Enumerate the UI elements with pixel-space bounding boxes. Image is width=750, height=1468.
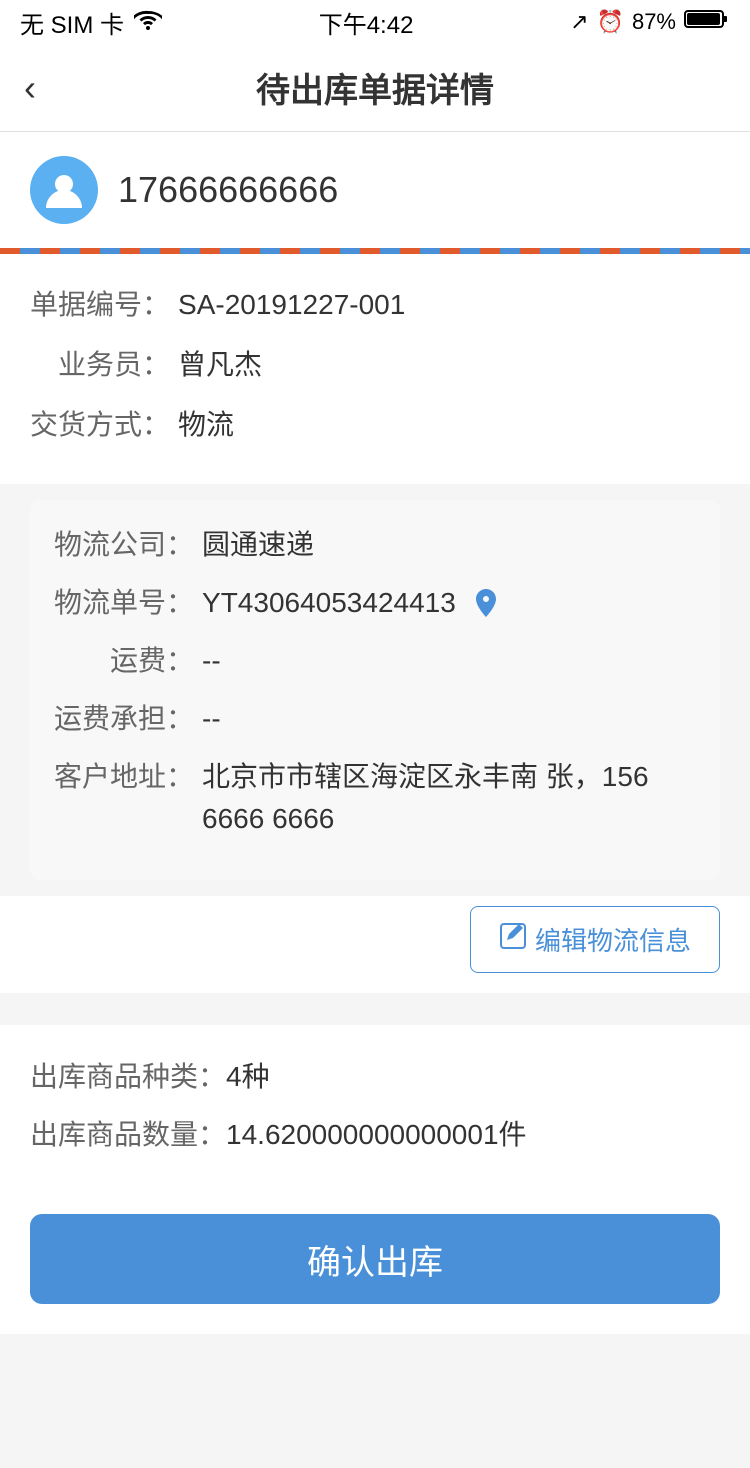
carrier-text: 无 SIM 卡 — [20, 5, 124, 40]
freight-bear-row: 运费承担： -- — [54, 698, 696, 740]
delivery-method-label: 交货方式： — [30, 404, 170, 446]
logistics-company-value: 圆通速递 — [202, 524, 696, 566]
confirm-btn-container: 确认出库 — [0, 1198, 750, 1334]
freight-value: -- — [202, 640, 696, 682]
logistics-card: 物流公司： 圆通速递 物流单号： YT43064053424413 运费： --… — [30, 500, 720, 880]
goods-type-value: 4种 — [226, 1055, 270, 1095]
back-button[interactable]: ‹ — [24, 67, 36, 109]
doc-number-value: SA-20191227-001 — [178, 284, 720, 326]
battery-icon — [684, 8, 730, 36]
logistics-tracking-label: 物流单号： — [54, 582, 194, 624]
tracking-location-icon[interactable] — [470, 587, 502, 619]
freight-label: 运费： — [54, 640, 194, 682]
battery-text: 87% — [632, 9, 676, 35]
tracking-number-text: YT43064053424413 — [202, 582, 456, 624]
edit-icon — [499, 922, 527, 957]
nav-bar: ‹ 待出库单据详情 — [0, 44, 750, 132]
salesperson-label: 业务员： — [30, 344, 170, 386]
edit-logistics-section: 编辑物流信息 — [0, 896, 750, 993]
order-info-section: 单据编号： SA-20191227-001 业务员： 曾凡杰 交货方式： 物流 — [0, 254, 750, 484]
goods-type-row: 出库商品种类： 4种 — [30, 1055, 720, 1095]
customer-avatar — [30, 156, 98, 224]
doc-number-label: 单据编号： — [30, 284, 170, 326]
address-row: 客户地址： 北京市市辖区海淀区永丰南 张，156 6666 6666 — [54, 756, 696, 840]
salesperson-row: 业务员： 曾凡杰 — [30, 344, 720, 386]
status-bar-left: 无 SIM 卡 — [20, 5, 162, 40]
goods-qty-value: 14.620000000000001件 — [226, 1113, 527, 1153]
doc-number-row: 单据编号： SA-20191227-001 — [30, 284, 720, 326]
location-icon: ↗ — [570, 9, 588, 35]
alarm-icon: ⏰ — [597, 9, 624, 35]
address-label: 客户地址： — [54, 756, 194, 798]
logistics-company-row: 物流公司： 圆通速递 — [54, 524, 696, 566]
delivery-method-row: 交货方式： 物流 — [30, 404, 720, 446]
customer-phone: 17666666666 — [118, 169, 338, 211]
customer-header: 17666666666 — [0, 132, 750, 248]
freight-bear-label: 运费承担： — [54, 698, 194, 740]
goods-qty-label: 出库商品数量： — [30, 1113, 226, 1153]
confirm-outbound-button[interactable]: 确认出库 — [30, 1214, 720, 1304]
delivery-method-value: 物流 — [178, 404, 720, 446]
section-separator-1 — [0, 993, 750, 1009]
status-bar-time: 下午4:42 — [319, 5, 414, 40]
logistics-company-label: 物流公司： — [54, 524, 194, 566]
confirm-btn-label: 确认出库 — [307, 1235, 443, 1284]
address-value: 北京市市辖区海淀区永丰南 张，156 6666 6666 — [202, 756, 696, 840]
status-bar-right: ↗ ⏰ 87% — [570, 8, 730, 36]
freight-bear-value: -- — [202, 698, 696, 740]
status-bar: 无 SIM 卡 下午4:42 ↗ ⏰ 87% — [0, 0, 750, 44]
nav-title: 待出库单据详情 — [256, 63, 494, 112]
freight-row: 运费： -- — [54, 640, 696, 682]
goods-section: 出库商品种类： 4种 出库商品数量： 14.620000000000001件 — [0, 1025, 750, 1191]
logistics-tracking-row: 物流单号： YT43064053424413 — [54, 582, 696, 624]
goods-qty-row: 出库商品数量： 14.620000000000001件 — [30, 1113, 720, 1153]
edit-logistics-label: 编辑物流信息 — [535, 921, 691, 958]
edit-logistics-button[interactable]: 编辑物流信息 — [470, 906, 720, 973]
salesperson-value: 曾凡杰 — [178, 344, 720, 386]
goods-type-label: 出库商品种类： — [30, 1055, 226, 1095]
wifi-icon — [134, 8, 162, 37]
logistics-tracking-value: YT43064053424413 — [202, 582, 696, 624]
